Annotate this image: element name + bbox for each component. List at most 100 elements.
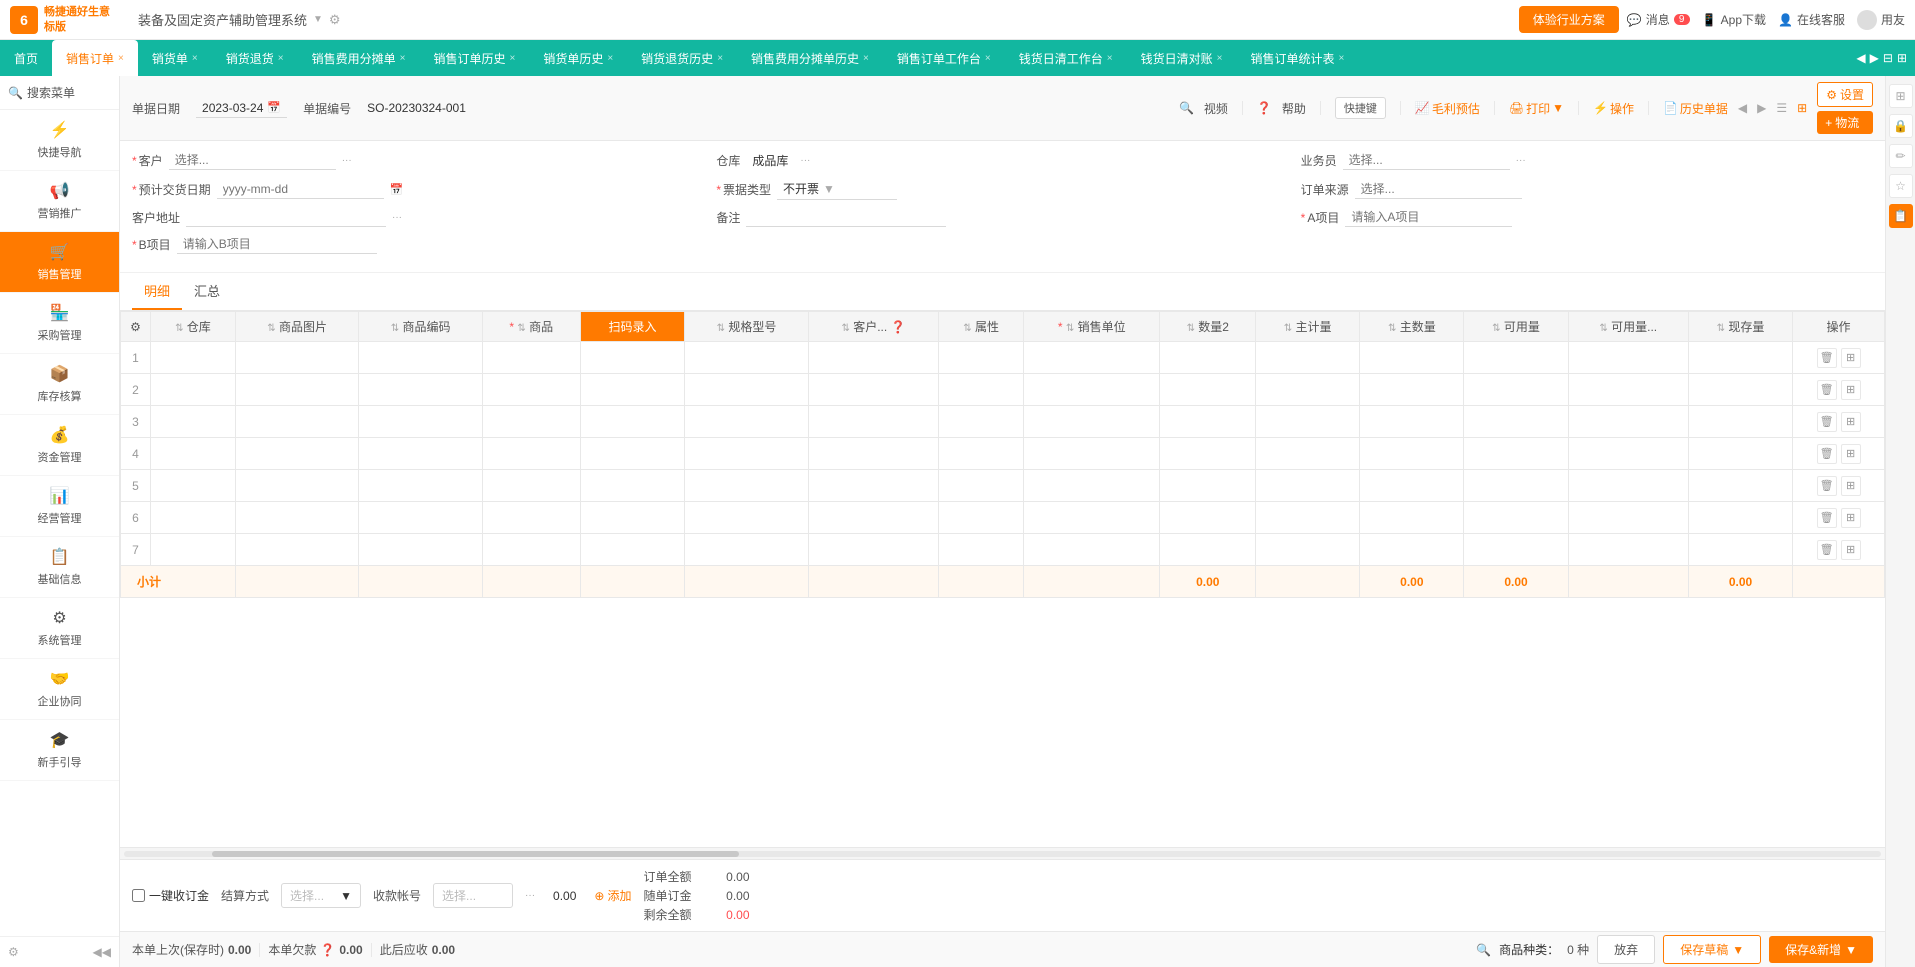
tab-close-fee-history[interactable]: ×: [863, 53, 869, 64]
tab-close-order-workbench[interactable]: ×: [985, 53, 991, 64]
print-btn[interactable]: 🖨 打印 ▼: [1509, 100, 1564, 117]
staff-input[interactable]: [1343, 151, 1510, 170]
row-7-unit[interactable]: [1024, 534, 1160, 566]
row-2-main-qty[interactable]: [1360, 374, 1464, 406]
history-btn[interactable]: 📄 历史单据: [1663, 100, 1728, 117]
tab-close-cash-workbench[interactable]: ×: [1107, 53, 1113, 64]
right-tool-grid[interactable]: ⊞: [1889, 84, 1913, 108]
sort-available2[interactable]: ⇅: [1599, 323, 1607, 334]
customer-input[interactable]: [169, 151, 336, 170]
row-5-code[interactable]: [359, 470, 483, 502]
customer-more-icon[interactable]: ···: [342, 155, 352, 166]
app-download-btn[interactable]: 📱 App下载: [1702, 11, 1766, 28]
tab-close-cash-reconcile[interactable]: ×: [1217, 53, 1223, 64]
tab-home[interactable]: 首页: [0, 40, 52, 76]
row-1-warehouse[interactable]: [151, 342, 236, 374]
row-3-delete-icon[interactable]: 🗑: [1817, 412, 1837, 432]
right-tool-star[interactable]: ☆: [1889, 174, 1913, 198]
row-4-attr[interactable]: [939, 438, 1024, 470]
save-new-button[interactable]: 保存&新增 ▼: [1769, 936, 1873, 963]
tab-sales-stats[interactable]: 销售订单统计表 ×: [1236, 40, 1358, 76]
row-6-product[interactable]: [482, 502, 580, 534]
sidebar-item-sales[interactable]: 🛒 销售管理: [0, 232, 119, 293]
settings-btn[interactable]: ⚙ 设置: [1817, 82, 1873, 107]
row-6-warehouse[interactable]: [151, 502, 236, 534]
row-2-copy-icon[interactable]: ⊞: [1841, 380, 1861, 400]
row-2-warehouse[interactable]: [151, 374, 236, 406]
tab-order-workbench[interactable]: 销售订单工作台 ×: [883, 40, 1005, 76]
list-view-icon[interactable]: ☰: [1776, 101, 1787, 115]
tab-close-order-history[interactable]: ×: [509, 53, 515, 64]
sort-spec[interactable]: ⇅: [717, 323, 725, 334]
solution-button[interactable]: 体验行业方案: [1519, 6, 1619, 33]
row-7-attr[interactable]: [939, 534, 1024, 566]
row-6-delete-icon[interactable]: 🗑: [1817, 508, 1837, 528]
add-btn[interactable]: ⊕ 添加: [594, 887, 631, 904]
account-more-icon[interactable]: ···: [525, 890, 535, 901]
tab-invoice-history[interactable]: 销货单历史 ×: [529, 40, 627, 76]
user-btn[interactable]: 用友: [1857, 10, 1905, 30]
sidebar-item-operations[interactable]: 📊 经营管理: [0, 476, 119, 537]
row-4-product[interactable]: [482, 438, 580, 470]
row-6-qty2[interactable]: [1160, 502, 1256, 534]
nav-right-icon[interactable]: ▶: [1757, 101, 1766, 115]
sidebar-item-purchase[interactable]: 🏪 采购管理: [0, 293, 119, 354]
save-draft-arrow-icon[interactable]: ▼: [1732, 943, 1744, 957]
sidebar-item-quick-nav[interactable]: ⚡ 快捷导航: [0, 110, 119, 171]
row-3-cust-code[interactable]: [808, 406, 938, 438]
row-3-qty2[interactable]: [1160, 406, 1256, 438]
tab-close-sales-stats[interactable]: ×: [1338, 53, 1344, 64]
sort-current[interactable]: ⇅: [1717, 323, 1725, 334]
row-5-copy-icon[interactable]: ⊞: [1841, 476, 1861, 496]
row-1-main-qty[interactable]: [1360, 342, 1464, 374]
tab-close-invoice-history[interactable]: ×: [607, 53, 613, 64]
tab-sales-order[interactable]: 销售订单 ×: [52, 40, 138, 76]
row-7-product[interactable]: [482, 534, 580, 566]
sort-image[interactable]: ⇅: [267, 323, 275, 334]
tab-order-history[interactable]: 销售订单历史 ×: [419, 40, 529, 76]
sort-available[interactable]: ⇅: [1492, 323, 1500, 334]
tab-detail[interactable]: 明细: [132, 273, 182, 310]
title-dropdown-arrow[interactable]: ▼: [313, 14, 323, 25]
sort-unit[interactable]: ⇅: [1066, 323, 1074, 334]
sidebar-item-basic[interactable]: 📋 基础信息: [0, 537, 119, 598]
row-2-delete-icon[interactable]: 🗑: [1817, 380, 1837, 400]
row-5-spec[interactable]: [685, 470, 809, 502]
sort-cust-code[interactable]: ⇅: [841, 323, 849, 334]
one-click-checkbox-label[interactable]: 一键收订金: [132, 887, 209, 904]
sort-code[interactable]: ⇅: [391, 323, 399, 334]
row-3-product[interactable]: [482, 406, 580, 438]
row-6-main-unit[interactable]: [1256, 502, 1360, 534]
row-2-qty2[interactable]: [1160, 374, 1256, 406]
grid-view-icon[interactable]: ⊞: [1797, 101, 1807, 115]
row-1-main-unit[interactable]: [1256, 342, 1360, 374]
date-field[interactable]: 2023-03-24 📅: [196, 99, 287, 118]
row-3-copy-icon[interactable]: ⊞: [1841, 412, 1861, 432]
row-2-attr[interactable]: [939, 374, 1024, 406]
tab-cash-reconcile[interactable]: 钱货日清对账 ×: [1127, 40, 1237, 76]
row-3-warehouse[interactable]: [151, 406, 236, 438]
sort-product[interactable]: ⇅: [517, 323, 525, 334]
settings-gear-icon[interactable]: ⚙: [329, 12, 341, 28]
row-3-main-unit[interactable]: [1256, 406, 1360, 438]
row-6-copy-icon[interactable]: ⊞: [1841, 508, 1861, 528]
row-7-spec[interactable]: [685, 534, 809, 566]
delivery-cal-icon[interactable]: 📅: [390, 183, 404, 196]
row-1-qty2[interactable]: [1160, 342, 1256, 374]
tab-expand-icon[interactable]: ⊟: [1883, 51, 1893, 65]
row-4-warehouse[interactable]: [151, 438, 236, 470]
row-6-unit[interactable]: [1024, 502, 1160, 534]
row-2-product[interactable]: [482, 374, 580, 406]
tab-prev-icon[interactable]: ◀: [1856, 51, 1865, 65]
tab-close-sales-fee[interactable]: ×: [400, 53, 406, 64]
order-source-input[interactable]: [1355, 180, 1522, 199]
shortcut-btn[interactable]: 快捷键: [1335, 97, 1386, 119]
row-7-warehouse[interactable]: [151, 534, 236, 566]
row-5-main-unit[interactable]: [1256, 470, 1360, 502]
row-1-delete-icon[interactable]: 🗑: [1817, 348, 1837, 368]
row-7-main-unit[interactable]: [1256, 534, 1360, 566]
row-4-unit[interactable]: [1024, 438, 1160, 470]
tab-close-sales-order[interactable]: ×: [118, 53, 124, 64]
row-6-spec[interactable]: [685, 502, 809, 534]
customer-addr-input[interactable]: [186, 208, 386, 227]
